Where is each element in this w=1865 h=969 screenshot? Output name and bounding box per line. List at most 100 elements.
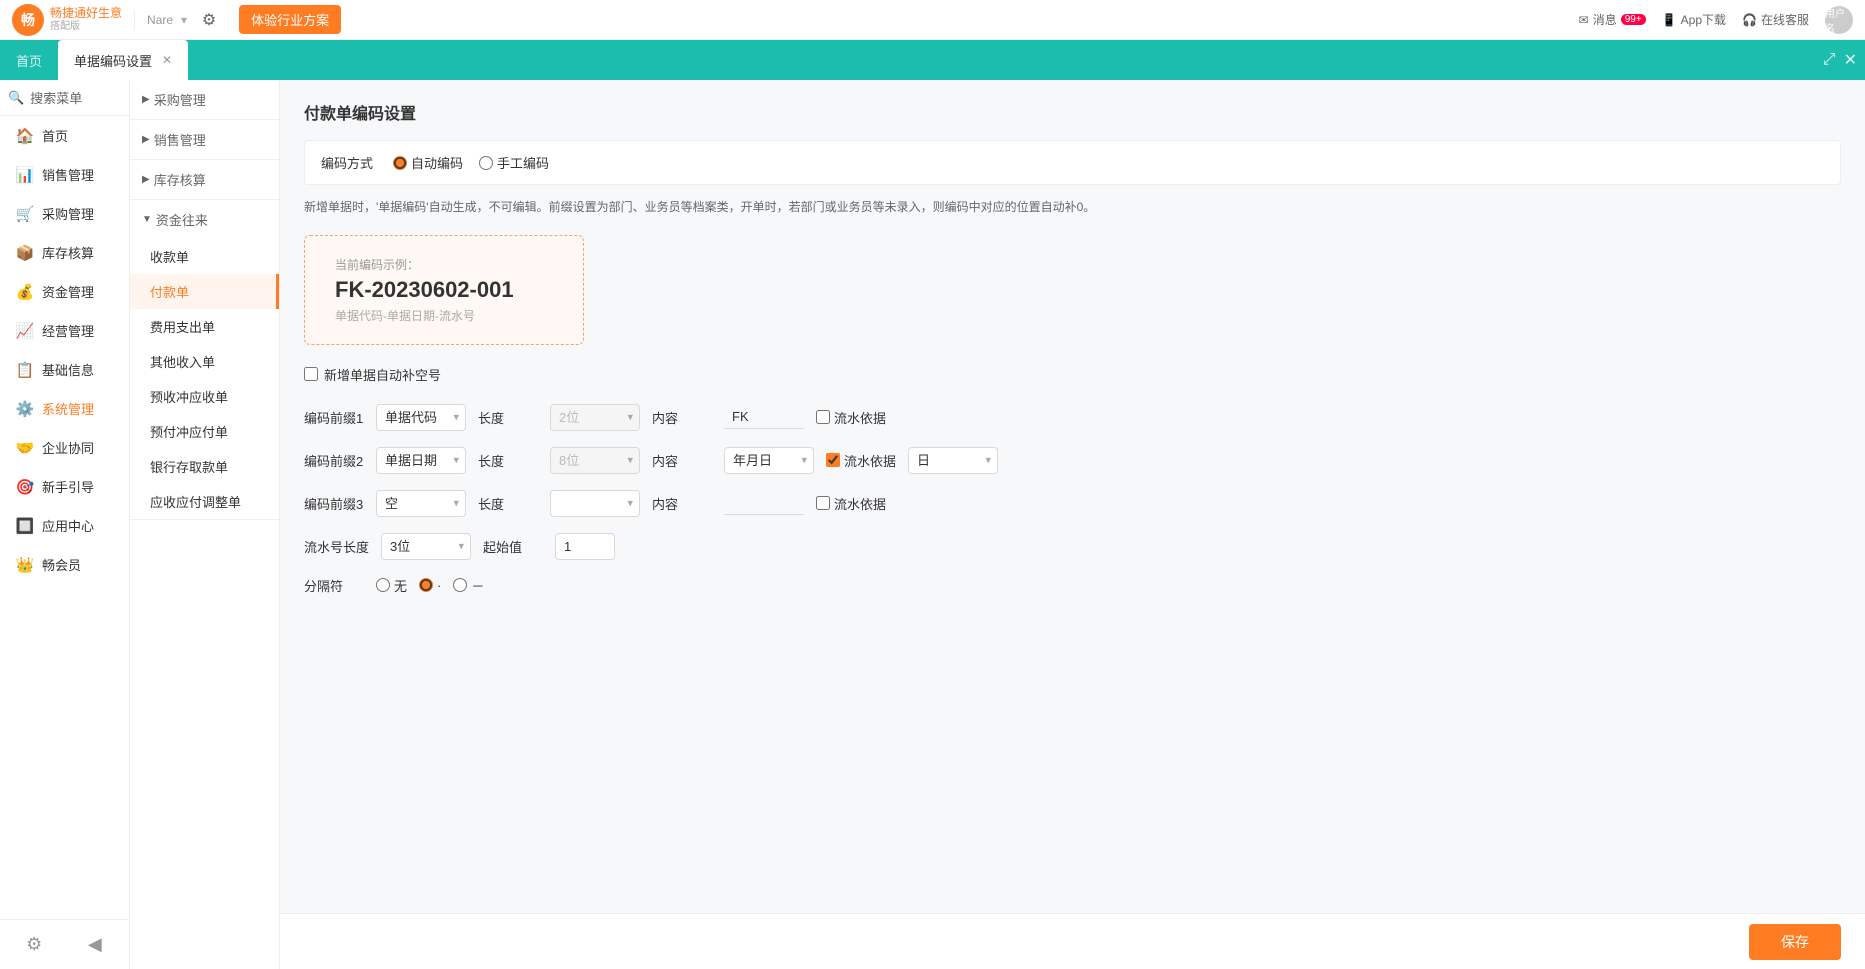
flow1-checkbox[interactable] [816,410,830,424]
sub-nav-group-purchase-title[interactable]: ▶ 采购管理 [130,80,279,119]
sub-nav-group-inventory-title[interactable]: ▶ 库存核算 [130,160,279,199]
close-tab-icon[interactable]: ✕ [1844,50,1857,70]
experience-button[interactable]: 体验行业方案 [239,5,341,34]
main-layout: 🔍 搜索菜单 🏠 首页 📊 销售管理 🛒 采购管理 📦 库存核算 💰 资金管理 … [0,80,1865,969]
flow3-checkbox[interactable] [816,496,830,510]
serial-row: 流水号长度 3位 起始值 [304,533,1841,560]
flow2-checkbox-label[interactable]: 流水依据 [826,451,896,470]
info-text: 新增单据时，'单据编码'自动生成，不可编辑。前缀设置为部门、业务员等档案类，开单… [304,197,1841,219]
sales-icon: 📊 [16,166,34,184]
content1-input[interactable] [724,405,804,429]
nav-item-operations[interactable]: 📈 经营管理 [0,311,129,350]
sub-nav-group-sales-title[interactable]: ▶ 销售管理 [130,120,279,159]
auto-encode-option[interactable]: 自动编码 [393,153,463,172]
content2-select[interactable]: 年月日 [724,447,814,474]
sub-nav-item-prepay-offset[interactable]: 预收冲应收单 [130,379,279,414]
prefix2-label: 编码前缀2 [304,451,364,470]
tabbar: 首页 单据编码设置 ✕ ⤢ ✕ [0,40,1865,80]
serial-length-select-wrapper: 3位 [381,533,471,560]
collapse-icon: ▶ [142,94,150,105]
tab-close-icon[interactable]: ✕ [162,53,172,67]
sub-nav-group-finance: ▼ 资金往来 收款单 付款单 费用支出单 其他收入单 预收冲应收单 预付冲应付单… [130,200,279,520]
nav-item-sales[interactable]: 📊 销售管理 [0,155,129,194]
prefix1-select[interactable]: 单据代码 [376,404,466,431]
collapse-icon: ▶ [142,134,150,145]
length2-label: 长度 [478,451,538,470]
manual-encode-option[interactable]: 手工编码 [479,153,549,172]
code-example-label: 当前编码示例： [335,256,553,273]
prefix3-select[interactable]: 空 [376,490,466,517]
sub-nav-group-finance-title[interactable]: ▼ 资金往来 [130,200,279,239]
nav-item-finance[interactable]: 💰 资金管理 [0,272,129,311]
expand-icon[interactable]: ⤢ [1823,51,1836,69]
nav-item-purchase[interactable]: 🛒 采购管理 [0,194,129,233]
app-download-button[interactable]: 📱 App下载 [1662,11,1726,28]
sep-dash-option[interactable]: － [453,576,484,595]
length3-label: 长度 [478,494,538,513]
nav-item-system[interactable]: ⚙️ 系统管理 [0,389,129,428]
content3-input[interactable] [724,491,804,515]
nav-settings-button[interactable]: ⚙ [8,928,61,961]
search-menu-button[interactable]: 🔍 搜索菜单 [0,80,129,116]
topbar-right: ✉ 消息 99+ 📱 App下载 🎧 在线客服 用户名 [1579,6,1853,34]
bottom-bar: 保存 [280,913,1865,969]
nav-item-members[interactable]: 👑 畅会员 [0,545,129,584]
tab-home[interactable]: 首页 [0,40,58,80]
sub-nav-item-receipt[interactable]: 收款单 [130,239,279,274]
left-nav: 🔍 搜索菜单 🏠 首页 📊 销售管理 🛒 采购管理 📦 库存核算 💰 资金管理 … [0,80,130,969]
sub-nav: ▶ 采购管理 ▶ 销售管理 ▶ 库存核算 ▼ 资金往来 收款单 付款单 费用支出… [130,80,280,969]
length1-label: 长度 [478,408,538,427]
sub-nav-item-bank[interactable]: 银行存取款单 [130,449,279,484]
purchase-icon: 🛒 [16,205,34,223]
sub-nav-item-other-income[interactable]: 其他收入单 [130,344,279,379]
code-example-value: FK-20230602-001 [335,277,553,303]
prefix1-row: 编码前缀1 单据代码 长度 2位 内容 流水依据 [304,404,1841,431]
message-icon: ✉ [1579,13,1589,27]
page-title: 付款单编码设置 [304,100,1841,124]
sub-nav-item-advance-offset[interactable]: 预付冲应付单 [130,414,279,449]
nav-item-guide[interactable]: 🎯 新手引导 [0,467,129,506]
sep-dot-option[interactable]: · [419,578,441,593]
avatar[interactable]: 用户名 [1825,6,1853,34]
content3-label: 内容 [652,494,712,513]
finance-icon: 💰 [16,283,34,301]
flow2-unit-select[interactable]: 日 [908,447,998,474]
flow3-checkbox-label[interactable]: 流水依据 [816,494,886,513]
prefix2-select-wrapper: 单据日期 [376,447,466,474]
enterprise-icon: 🤝 [16,439,34,457]
sub-nav-item-expense[interactable]: 费用支出单 [130,309,279,344]
chevron-down-icon[interactable]: ▾ [181,13,187,27]
length2-select[interactable]: 8位 [550,447,640,474]
topbar: 畅 畅捷通好生意 搭配版 Nare ▾ ⚙ 体验行业方案 ✉ 消息 99+ 📱 … [0,0,1865,40]
serial-length-select[interactable]: 3位 [381,533,471,560]
save-button[interactable]: 保存 [1749,924,1841,960]
sub-nav-item-payment[interactable]: 付款单 [130,274,279,309]
content2-select-wrapper: 年月日 [724,447,814,474]
nav-item-apps[interactable]: 🔲 应用中心 [0,506,129,545]
encode-method-radio-group: 自动编码 手工编码 [393,153,549,172]
start-value-input[interactable] [555,533,615,560]
tab-document-code[interactable]: 单据编码设置 ✕ [58,40,188,80]
nav-item-inventory[interactable]: 📦 库存核算 [0,233,129,272]
online-service-button[interactable]: 🎧 在线客服 [1742,11,1809,28]
length3-select[interactable] [550,490,640,517]
sep-none-option[interactable]: 无 [376,576,407,595]
length3-select-wrapper [550,490,640,517]
nav-item-home[interactable]: 🏠 首页 [0,116,129,155]
prefix2-select[interactable]: 单据日期 [376,447,466,474]
length2-select-wrapper: 8位 [550,447,640,474]
nav-item-basic[interactable]: 📋 基础信息 [0,350,129,389]
flow2-checkbox[interactable] [826,453,840,467]
nav-collapse-button[interactable]: ◀ [69,928,122,961]
prefix3-label: 编码前缀3 [304,494,364,513]
sub-nav-item-adjustment[interactable]: 应收应付调整单 [130,484,279,519]
auto-fill-checkbox[interactable] [304,367,318,381]
length1-select[interactable]: 2位 [550,404,640,431]
logo-icon: 畅 [12,4,44,36]
gear-icon[interactable]: ⚙ [195,6,223,34]
flow1-checkbox-label[interactable]: 流水依据 [816,408,886,427]
prefix2-row: 编码前缀2 单据日期 长度 8位 内容 年月日 [304,447,1841,474]
messages-button[interactable]: ✉ 消息 99+ [1579,11,1646,28]
flow2-unit-select-wrapper: 日 [908,447,998,474]
nav-item-enterprise[interactable]: 🤝 企业协同 [0,428,129,467]
